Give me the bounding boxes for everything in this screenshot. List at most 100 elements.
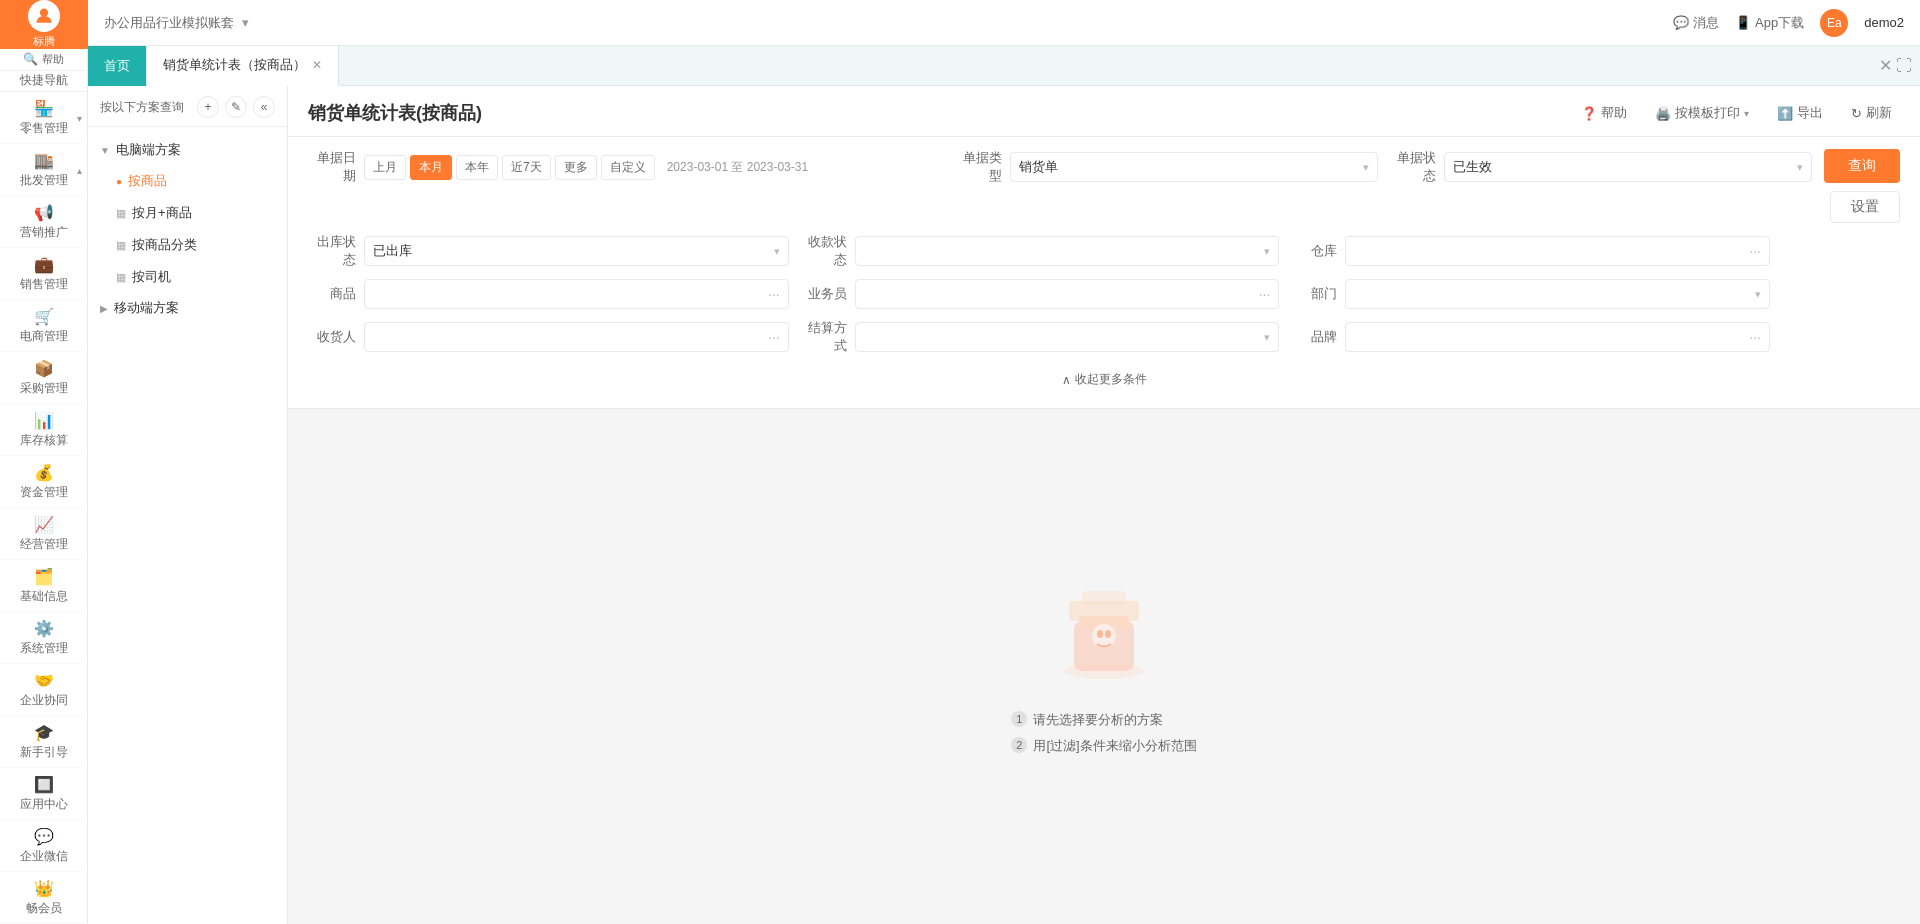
collapse-filters-btn[interactable]: ∧ 收起更多条件 (308, 363, 1900, 396)
product-dots[interactable]: ··· (768, 286, 780, 302)
breadcrumb-arrow[interactable]: ▾ (242, 15, 249, 30)
brand-dots[interactable]: ··· (1749, 329, 1761, 345)
tree-parent-desktop[interactable]: ▼ 电脑端方案 (88, 135, 287, 165)
add-scheme-btn[interactable]: + (197, 96, 219, 118)
sidebar-item-basic[interactable]: 🗂️ 基础信息 (0, 560, 88, 612)
quick-nav-label: 快捷导航 (20, 72, 68, 89)
filter-col-payment: 结算方式 ▾ (799, 319, 1280, 355)
department-control[interactable]: ▾ (1345, 279, 1770, 309)
tab-home[interactable]: 首页 (88, 46, 147, 86)
receiver-label: 收货人 (308, 328, 364, 346)
tree-child-by-product[interactable]: ● 按商品 (88, 165, 287, 197)
template-print-btn[interactable]: 🖨️ 按模板打印 ▾ (1647, 100, 1757, 126)
app-download-btn[interactable]: 📱 App下载 (1735, 14, 1804, 32)
refresh-icon: ↻ (1851, 106, 1862, 121)
tree-parent-mobile[interactable]: ▶ 移动端方案 (88, 293, 287, 323)
sidebar-item-marketing[interactable]: 📢 营销推广 (0, 196, 88, 248)
warehouse-control[interactable]: ··· (1345, 236, 1770, 266)
salesperson-control[interactable]: ··· (855, 279, 1280, 309)
search-menu-item[interactable]: 🔍 帮助 (0, 49, 88, 71)
download-icon: 📱 (1735, 15, 1751, 30)
template-print-label: 按模板打印 (1675, 104, 1740, 122)
quick-nav-item[interactable]: 快捷导航 (0, 71, 88, 93)
department-label: 部门 (1289, 285, 1345, 303)
filter-col-receipt-status: 收款状态 ▾ (799, 233, 1280, 269)
warehouse-dots[interactable]: ··· (1749, 243, 1761, 259)
help-btn[interactable]: ❓ 帮助 (1573, 100, 1635, 126)
logo[interactable]: 标腾 (0, 0, 88, 49)
breadcrumb-area: 办公用品行业模拟账套 ▾ (104, 14, 249, 32)
retail-icon: 🏪 (34, 99, 54, 118)
sidebar-item-system[interactable]: ⚙️ 系统管理 (0, 612, 88, 664)
tree-child-by-driver[interactable]: ▦ 按司机 (88, 261, 287, 293)
user-avatar[interactable]: Ea (1820, 9, 1848, 37)
sidebar: 标腾 🔍 帮助 快捷导航 🏪 零售管理 ▾ 🏬 批发管理 ▴ 📢 营销推广 💼 … (0, 0, 88, 924)
filter-row-4: 收货人 ··· 结算方式 ▾ 品牌 (308, 319, 1900, 355)
salesperson-dots[interactable]: ··· (1259, 286, 1271, 302)
doc-status-arrow: ▾ (1797, 161, 1803, 174)
sidebar-item-ecommerce[interactable]: 🛒 电商管理 (0, 300, 88, 352)
filter-row-3: 商品 ··· 业务员 ··· 部门 (308, 279, 1900, 309)
doc-status-value: 已生效 (1453, 158, 1797, 176)
sidebar-item-wholesale[interactable]: 🏬 批发管理 ▴ (0, 144, 88, 196)
ops-icon: 📈 (34, 515, 54, 534)
sidebar-item-ops[interactable]: 📈 经营管理 (0, 508, 88, 560)
tree-label-mobile: 移动端方案 (114, 299, 179, 317)
receipt-status-control[interactable]: ▾ (855, 236, 1280, 266)
date-btn-this-month[interactable]: 本月 (410, 155, 452, 180)
logo-text: 标腾 (33, 34, 55, 49)
sidebar-item-purchase[interactable]: 📦 采购管理 (0, 352, 88, 404)
collapse-panel-btn[interactable]: « (253, 96, 275, 118)
tab-close-btn[interactable]: ✕ (312, 58, 322, 72)
doc-type-control[interactable]: 销货单 ▾ (1010, 152, 1378, 182)
export-label: 导出 (1797, 104, 1823, 122)
close-window-btn[interactable]: ✕ (1879, 56, 1892, 75)
sidebar-item-finance[interactable]: 💰 资金管理 (0, 456, 88, 508)
receiver-dots[interactable]: ··· (768, 329, 780, 345)
app-download-label: App下载 (1755, 14, 1804, 32)
tree-child-by-month-product[interactable]: ▦ 按月+商品 (88, 197, 287, 229)
sidebar-item-wechat[interactable]: 💬 企业微信 (0, 820, 88, 872)
search-icon: 🔍 (23, 52, 38, 66)
scheme-icon-1: ▦ (116, 207, 126, 220)
left-panel-header: 按以下方案查询 + ✎ « (88, 86, 287, 127)
tree-child-by-category[interactable]: ▦ 按商品分类 (88, 229, 287, 261)
receiver-control[interactable]: ··· (364, 322, 789, 352)
tab-sales-stat[interactable]: 销货单统计表（按商品） ✕ (147, 46, 339, 86)
out-status-control[interactable]: 已出库 ▾ (364, 236, 789, 266)
sidebar-item-retail[interactable]: 🏪 零售管理 ▾ (0, 92, 88, 144)
payment-control[interactable]: ▾ (855, 322, 1280, 352)
date-btn-custom[interactable]: 自定义 (601, 155, 655, 180)
message-btn[interactable]: 💬 消息 (1673, 14, 1719, 32)
svg-point-0 (39, 9, 47, 17)
filter-col-doc-type: 单据类型 销货单 ▾ (954, 149, 1378, 185)
settings-btn[interactable]: 设置 (1830, 191, 1900, 223)
brand-control[interactable]: ··· (1345, 322, 1770, 352)
department-arrow: ▾ (1755, 288, 1761, 301)
date-btn-last-month[interactable]: 上月 (364, 155, 406, 180)
doc-status-control[interactable]: 已生效 ▾ (1444, 152, 1812, 182)
sidebar-item-tutorial[interactable]: 🎓 新手引导 (0, 716, 88, 768)
date-btn-7days[interactable]: 近7天 (502, 155, 551, 180)
date-btn-more[interactable]: 更多 (555, 155, 597, 180)
sidebar-item-apps[interactable]: 🔲 应用中心 (0, 768, 88, 820)
member-icon: 👑 (34, 879, 54, 898)
help-label: 帮助 (1601, 104, 1627, 122)
export-btn[interactable]: ⬆️ 导出 (1769, 100, 1831, 126)
sidebar-item-sales[interactable]: 💼 销售管理 (0, 248, 88, 300)
filter-col-department: 部门 ▾ (1289, 279, 1770, 309)
edit-scheme-btn[interactable]: ✎ (225, 96, 247, 118)
sidebar-item-enterprise[interactable]: 🤝 企业协同 (0, 664, 88, 716)
date-btn-this-year[interactable]: 本年 (456, 155, 498, 180)
query-btn[interactable]: 查询 (1824, 149, 1900, 183)
refresh-btn[interactable]: ↻ 刷新 (1843, 100, 1900, 126)
product-control[interactable]: ··· (364, 279, 789, 309)
sidebar-item-member[interactable]: 👑 畅会员 (0, 872, 88, 924)
filter-col-out-status: 出库状态 已出库 ▾ (308, 233, 789, 269)
sidebar-item-inventory[interactable]: 📊 库存核算 (0, 404, 88, 456)
filter-col-doc-status: 单据状态 已生效 ▾ (1388, 149, 1812, 185)
doc-type-value: 销货单 (1019, 158, 1363, 176)
filter-row-1: 单据日期 上月 本月 本年 近7天 更多 自定义 2023-03-01 至 20… (308, 149, 1900, 223)
tree-label-desktop: 电脑端方案 (116, 141, 181, 159)
maximize-btn[interactable]: ⛶ (1896, 57, 1912, 75)
